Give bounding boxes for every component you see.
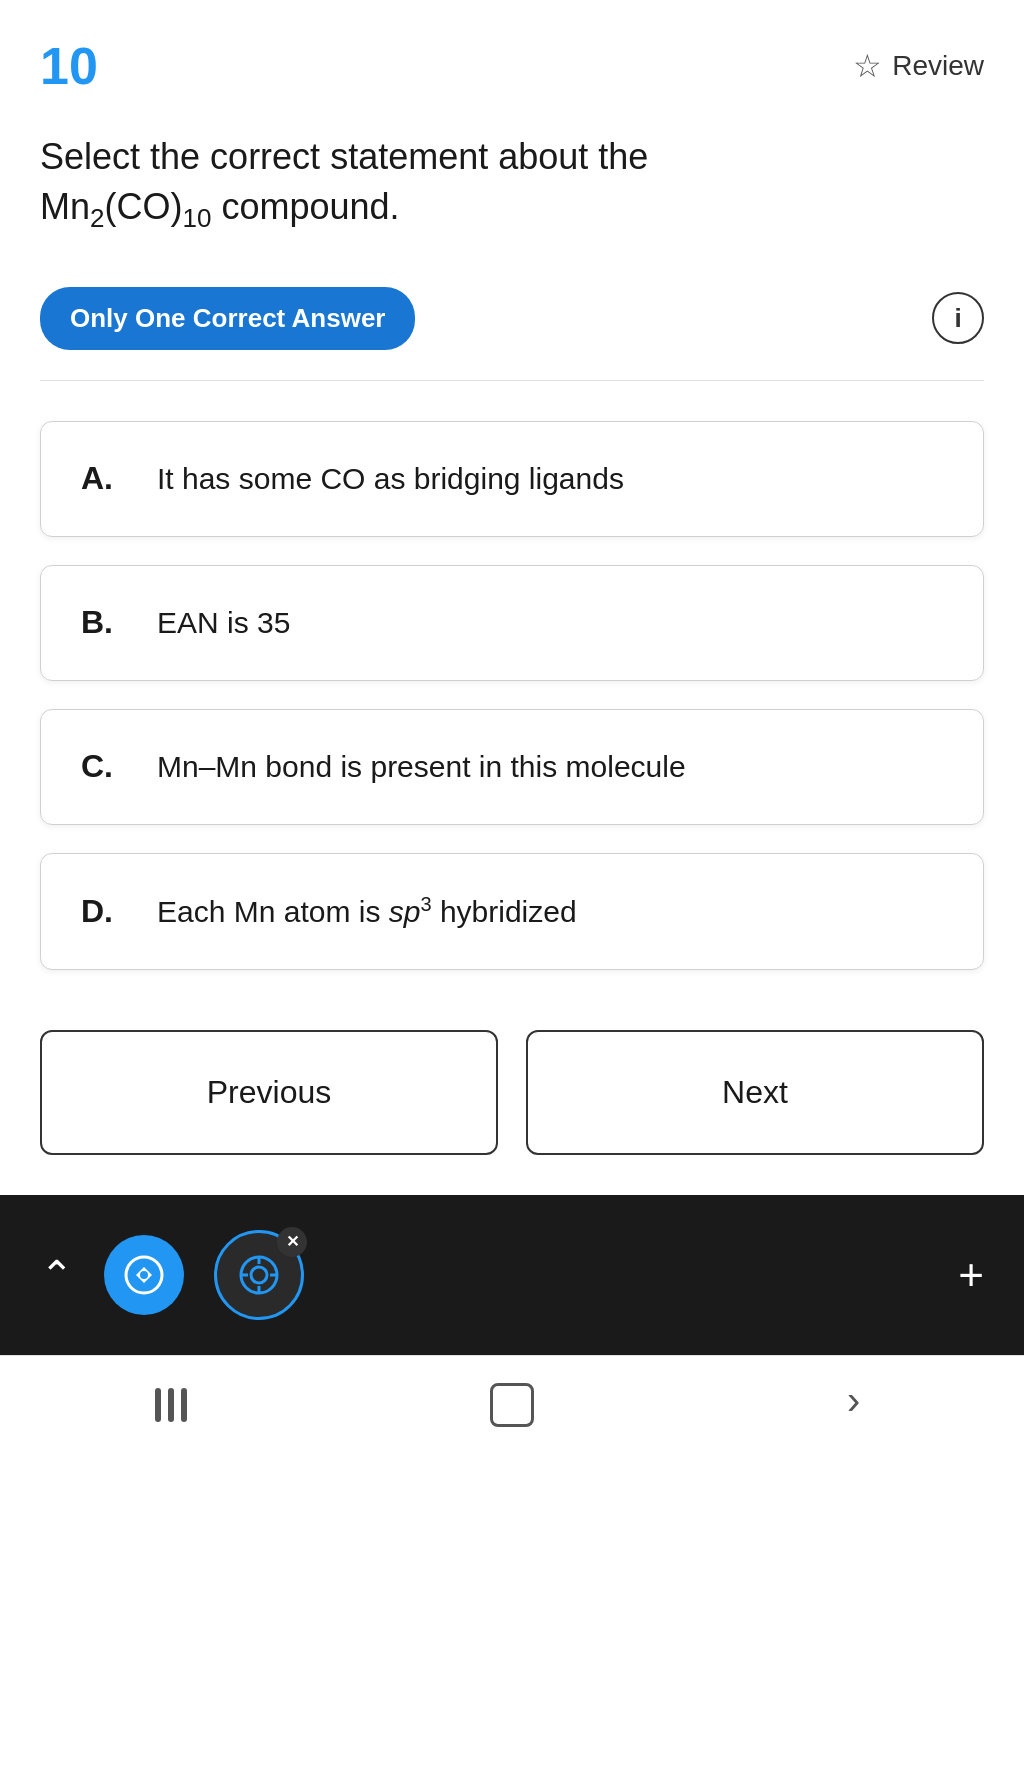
option-b-text: EAN is 35 xyxy=(157,602,290,644)
option-c[interactable]: C. Mn–Mn bond is present in this molecul… xyxy=(40,709,984,825)
back-chevron-icon: ‹ xyxy=(847,1383,860,1428)
section-divider xyxy=(40,380,984,381)
app-logo-icon xyxy=(122,1253,166,1297)
star-icon: ☆ xyxy=(853,47,882,85)
option-c-text: Mn–Mn bond is present in this molecule xyxy=(157,746,686,788)
android-home-icon[interactable] xyxy=(472,1375,552,1435)
question-text: Select the correct statement about the M… xyxy=(40,132,984,237)
option-c-letter: C. xyxy=(81,748,117,785)
taskbar-plus-icon[interactable]: + xyxy=(958,1250,984,1300)
android-menu-icon[interactable] xyxy=(131,1375,211,1435)
taskbar-active-icon[interactable]: ✕ xyxy=(214,1230,304,1320)
option-b-letter: B. xyxy=(81,604,117,641)
option-d-letter: D. xyxy=(81,893,117,930)
nav-buttons: Previous Next xyxy=(40,1030,984,1195)
header: 10 ☆ Review xyxy=(40,40,984,92)
badge-row: Only One Correct Answer i xyxy=(40,287,984,350)
question-number: 10 xyxy=(40,40,98,92)
option-a-letter: A. xyxy=(81,460,117,497)
home-square-icon xyxy=(490,1383,534,1427)
menu-lines-icon xyxy=(155,1388,187,1422)
svg-point-1 xyxy=(140,1271,148,1279)
android-back-icon[interactable]: ‹ xyxy=(813,1375,893,1435)
option-a[interactable]: A. It has some CO as bridging ligands xyxy=(40,421,984,537)
chevron-up-icon[interactable]: ⌃ xyxy=(40,1252,74,1298)
active-app-icon xyxy=(234,1250,284,1300)
option-b[interactable]: B. EAN is 35 xyxy=(40,565,984,681)
option-d-text: Each Mn atom is sp3 hybridized xyxy=(157,890,577,933)
info-icon[interactable]: i xyxy=(932,292,984,344)
main-content: 10 ☆ Review Select the correct statement… xyxy=(0,0,1024,1195)
review-button[interactable]: ☆ Review xyxy=(853,47,984,85)
taskbar-left: ⌃ ✕ xyxy=(40,1230,304,1320)
android-nav-bar: ‹ xyxy=(0,1355,1024,1455)
taskbar: ⌃ ✕ + xyxy=(0,1195,1024,1355)
svg-point-3 xyxy=(251,1267,267,1283)
review-label: Review xyxy=(892,50,984,82)
close-badge: ✕ xyxy=(277,1227,307,1257)
option-d[interactable]: D. Each Mn atom is sp3 hybridized xyxy=(40,853,984,970)
taskbar-app-icon[interactable] xyxy=(104,1235,184,1315)
option-a-text: It has some CO as bridging ligands xyxy=(157,458,624,500)
options-container: A. It has some CO as bridging ligands B.… xyxy=(40,421,984,970)
answer-type-badge: Only One Correct Answer xyxy=(40,287,415,350)
previous-button[interactable]: Previous xyxy=(40,1030,498,1155)
next-button[interactable]: Next xyxy=(526,1030,984,1155)
